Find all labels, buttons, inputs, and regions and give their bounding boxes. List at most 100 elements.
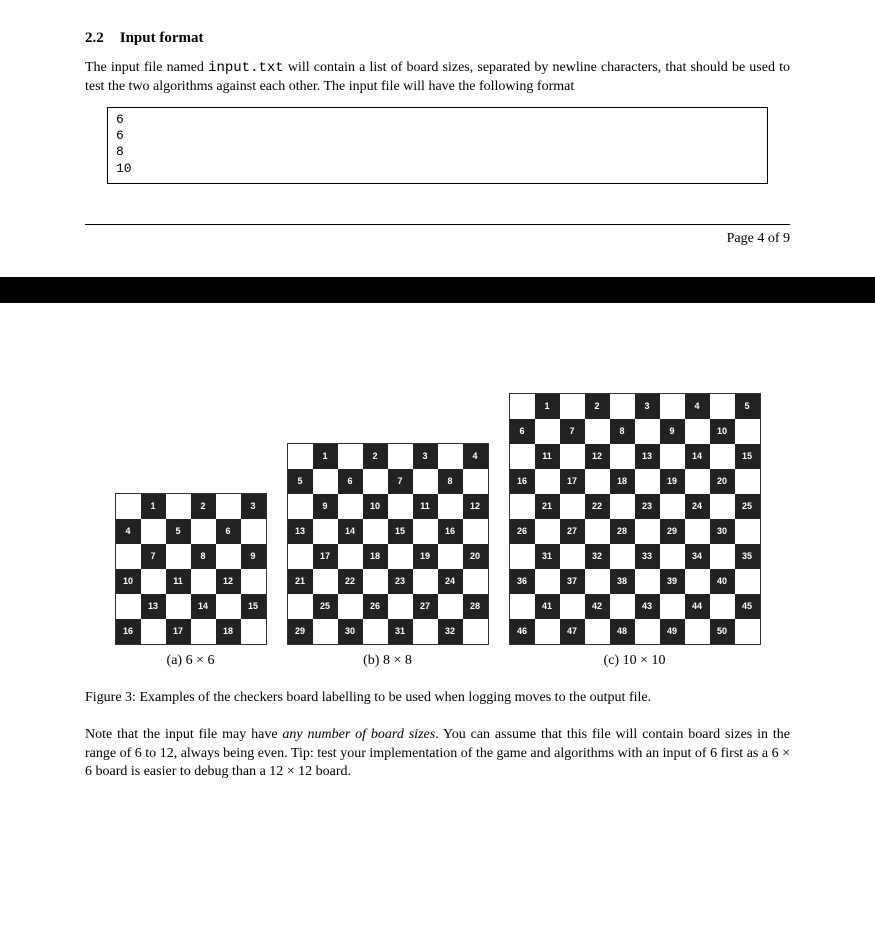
- board-cell: [635, 419, 660, 444]
- board-cell: 4: [116, 519, 141, 544]
- board-cell: [141, 619, 166, 644]
- board-cell: 33: [635, 544, 660, 569]
- board-cell: [685, 419, 710, 444]
- board-cell: 12: [463, 494, 488, 519]
- board-cell: [166, 494, 191, 519]
- board-cell: [610, 394, 635, 419]
- board-cell: [338, 444, 363, 469]
- board-cell: [535, 569, 560, 594]
- board-cell: 6: [216, 519, 241, 544]
- board-cell: [510, 394, 535, 419]
- board-cell: [338, 594, 363, 619]
- board-cell: [710, 594, 735, 619]
- board-cell: 2: [585, 394, 610, 419]
- board-cell: [560, 494, 585, 519]
- board-cell: 34: [685, 544, 710, 569]
- board-cell: 41: [535, 594, 560, 619]
- board-cell: [685, 519, 710, 544]
- board-cell: 11: [535, 444, 560, 469]
- board-cell: 6: [338, 469, 363, 494]
- board-cell: 29: [660, 519, 685, 544]
- board-cell: [560, 594, 585, 619]
- board-cell: 9: [313, 494, 338, 519]
- board-cell: [535, 419, 560, 444]
- board-cell: [141, 569, 166, 594]
- board-cell: 38: [610, 569, 635, 594]
- board-cell: 23: [635, 494, 660, 519]
- board-cell: [610, 544, 635, 569]
- board-cell: [116, 544, 141, 569]
- board-cell: [241, 619, 266, 644]
- board-cell: 7: [388, 469, 413, 494]
- board-cell: [166, 594, 191, 619]
- board-cell: 32: [438, 619, 463, 644]
- board-cell: [363, 569, 388, 594]
- board-cell: 23: [388, 569, 413, 594]
- board-cell: 21: [288, 569, 313, 594]
- board-cell: [560, 394, 585, 419]
- board-cell: 18: [610, 469, 635, 494]
- board-caption: (b) 8 × 8: [287, 653, 489, 669]
- board-block-10: 1234567891011121314151617181920212223242…: [509, 393, 761, 669]
- board-cell: 40: [710, 569, 735, 594]
- board-cell: [388, 444, 413, 469]
- board-cell: 16: [116, 619, 141, 644]
- board-cell: [660, 394, 685, 419]
- board-cell: 13: [288, 519, 313, 544]
- board-cell: [735, 519, 760, 544]
- board-cell: [535, 469, 560, 494]
- board-cell: 46: [510, 619, 535, 644]
- board-cell: [660, 494, 685, 519]
- board-cell: [241, 569, 266, 594]
- board-cell: 14: [191, 594, 216, 619]
- board-cell: 3: [413, 444, 438, 469]
- board-cell: 28: [610, 519, 635, 544]
- board-cell: [685, 569, 710, 594]
- board-cell: 37: [560, 569, 585, 594]
- board-cell: 16: [438, 519, 463, 544]
- board-cell: [635, 619, 660, 644]
- board-cell: [363, 469, 388, 494]
- board-cell: 12: [216, 569, 241, 594]
- board-cell: [585, 569, 610, 594]
- board-cell: 10: [363, 494, 388, 519]
- board-cell: [413, 469, 438, 494]
- board-cell: 13: [635, 444, 660, 469]
- board-cell: 44: [685, 594, 710, 619]
- board-cell: 22: [585, 494, 610, 519]
- board-cell: 14: [685, 444, 710, 469]
- board-cell: [560, 444, 585, 469]
- board-cell: 15: [388, 519, 413, 544]
- board-cell: 3: [241, 494, 266, 519]
- board-cell: [216, 544, 241, 569]
- board-cell: [288, 444, 313, 469]
- board-cell: 35: [735, 544, 760, 569]
- board-cell: 15: [241, 594, 266, 619]
- board-cell: [560, 544, 585, 569]
- board-cell: 47: [560, 619, 585, 644]
- board-cell: 5: [735, 394, 760, 419]
- board-cell: [413, 569, 438, 594]
- board-cell: 31: [388, 619, 413, 644]
- board-cell: [535, 619, 560, 644]
- board-cell: [685, 619, 710, 644]
- board-cell: 43: [635, 594, 660, 619]
- intro-paragraph: The input file named input.txt will cont…: [85, 59, 790, 97]
- board-cell: 5: [166, 519, 191, 544]
- board-cell: 6: [510, 419, 535, 444]
- board-cell: [413, 519, 438, 544]
- board-cell: 18: [363, 544, 388, 569]
- board-cell: [388, 594, 413, 619]
- board-cell: 24: [685, 494, 710, 519]
- board-cell: 9: [660, 419, 685, 444]
- board-cell: 25: [735, 494, 760, 519]
- board-cell: 13: [141, 594, 166, 619]
- board-cell: [510, 594, 535, 619]
- page-bottom: 123456789101112131415161718(a) 6 × 61234…: [0, 303, 875, 823]
- board-cell: 50: [710, 619, 735, 644]
- board-cell: 14: [338, 519, 363, 544]
- page-top: 2.2Input format The input file named inp…: [0, 0, 875, 277]
- board-cell: [635, 519, 660, 544]
- board-cell: [610, 494, 635, 519]
- board-cell: 1: [535, 394, 560, 419]
